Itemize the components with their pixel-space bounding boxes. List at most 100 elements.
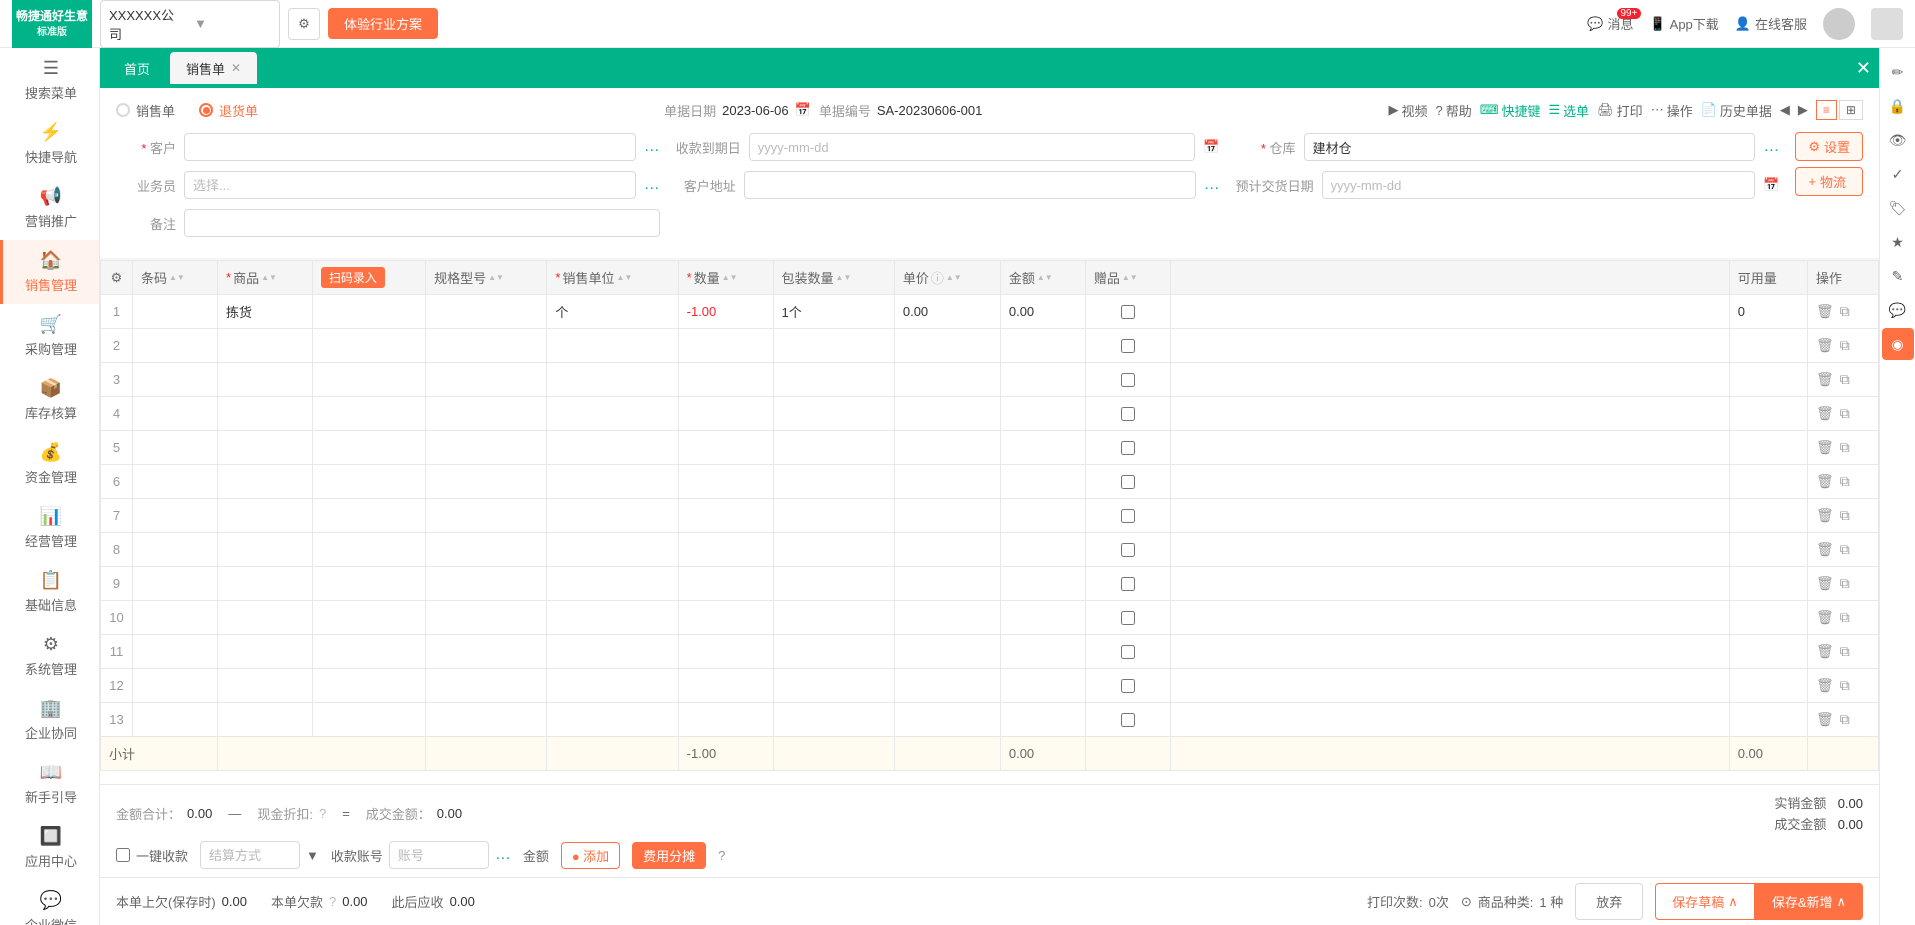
col-config-icon[interactable]: ⚙ xyxy=(111,270,123,285)
sidebar-item-basic-info[interactable]: 📋 基础信息 xyxy=(0,560,99,624)
salesperson-input[interactable] xyxy=(184,171,636,199)
spec-cell[interactable] xyxy=(426,635,547,669)
amount-cell[interactable] xyxy=(1000,601,1085,635)
gift-cell[interactable] xyxy=(1085,363,1170,397)
tab-close-icon[interactable]: ✕ xyxy=(231,61,241,75)
th-amount-sort[interactable]: 金额 ▲▼ xyxy=(1009,268,1077,287)
copy-icon[interactable]: ⧉ xyxy=(1840,405,1850,422)
delete-icon[interactable]: 🗑 xyxy=(1816,507,1834,524)
product-cell[interactable]: 拣货 xyxy=(218,295,313,329)
gift-cell[interactable] xyxy=(1085,329,1170,363)
barcode-cell[interactable] xyxy=(133,601,218,635)
unit-price-cell[interactable] xyxy=(894,397,1000,431)
spec-cell[interactable] xyxy=(426,397,547,431)
amount-cell[interactable] xyxy=(1000,431,1085,465)
unit-cell[interactable] xyxy=(547,703,678,737)
barcode-cell[interactable] xyxy=(133,533,218,567)
gift-cell[interactable] xyxy=(1085,295,1170,329)
select-btn[interactable]: ☰ 选单 xyxy=(1548,101,1589,120)
product-cell[interactable] xyxy=(218,567,313,601)
unit-price-cell[interactable] xyxy=(894,635,1000,669)
unit-price-cell[interactable] xyxy=(894,499,1000,533)
delete-icon[interactable]: 🗑 xyxy=(1816,609,1834,626)
barcode-cell[interactable] xyxy=(133,499,218,533)
app-download-button[interactable]: 📱 App下载 xyxy=(1649,14,1718,33)
quantity-cell[interactable] xyxy=(678,431,773,465)
th-unit-sort[interactable]: * 销售单位 ▲▼ xyxy=(555,268,669,287)
pack-qty-cell[interactable] xyxy=(773,567,894,601)
expense-help-icon[interactable]: ? xyxy=(718,848,725,863)
gift-cell[interactable] xyxy=(1085,499,1170,533)
product-cell[interactable] xyxy=(218,703,313,737)
quantity-cell[interactable] xyxy=(678,567,773,601)
sidebar-item-weixin[interactable]: 💬 企业微信 xyxy=(0,880,99,925)
gift-cell[interactable] xyxy=(1085,431,1170,465)
copy-icon[interactable]: ⧉ xyxy=(1840,541,1850,558)
product-cell[interactable] xyxy=(218,329,313,363)
product-cell[interactable] xyxy=(218,499,313,533)
one-click-checkbox[interactable] xyxy=(116,848,130,862)
quantity-cell[interactable] xyxy=(678,363,773,397)
unit-cell[interactable] xyxy=(547,329,678,363)
gift-checkbox[interactable] xyxy=(1121,373,1135,387)
unit-price-cell[interactable] xyxy=(894,669,1000,703)
user-more-button[interactable] xyxy=(1871,8,1903,40)
trial-button[interactable]: 体验行业方案 xyxy=(328,8,438,39)
unit-cell[interactable] xyxy=(547,533,678,567)
copy-icon[interactable]: ⧉ xyxy=(1840,473,1850,490)
gift-checkbox[interactable] xyxy=(1121,441,1135,455)
barcode-cell[interactable] xyxy=(133,329,218,363)
product-cell[interactable] xyxy=(218,363,313,397)
customer-ellipsis[interactable]: … xyxy=(644,138,660,156)
unit-cell[interactable]: 个 xyxy=(547,295,678,329)
spec-cell[interactable] xyxy=(426,295,547,329)
sidebar-item-search[interactable]: ☰ 搜索菜单 xyxy=(0,48,99,112)
sidebar-item-finance[interactable]: 💰 资金管理 xyxy=(0,432,99,496)
quantity-cell[interactable] xyxy=(678,465,773,499)
barcode-cell[interactable] xyxy=(133,703,218,737)
pack-qty-cell[interactable] xyxy=(773,635,894,669)
gift-cell[interactable] xyxy=(1085,703,1170,737)
unit-price-cell[interactable] xyxy=(894,431,1000,465)
view-list-btn[interactable]: ≡ xyxy=(1816,100,1837,120)
copy-icon[interactable]: ⧉ xyxy=(1840,711,1850,728)
sidebar-item-sales[interactable]: 🏠 销售管理 xyxy=(0,240,99,304)
sidebar-item-quick-nav[interactable]: ⚡ 快捷导航 xyxy=(0,112,99,176)
sidebar-item-purchase[interactable]: 🛒 采购管理 xyxy=(0,304,99,368)
right-panel-orange-btn[interactable]: ◉ xyxy=(1882,328,1914,360)
customer-addr-ellipsis[interactable]: … xyxy=(1204,176,1220,194)
th-barcode-sort[interactable]: 条码 ▲▼ xyxy=(141,268,209,287)
pack-qty-cell[interactable] xyxy=(773,601,894,635)
pack-qty-cell[interactable] xyxy=(773,465,894,499)
settings-btn[interactable]: ⚙ 设置 xyxy=(1795,132,1863,161)
amount-cell[interactable] xyxy=(1000,533,1085,567)
product-cell[interactable] xyxy=(218,635,313,669)
gift-checkbox[interactable] xyxy=(1121,339,1135,353)
product-cell[interactable] xyxy=(218,431,313,465)
gift-cell[interactable] xyxy=(1085,635,1170,669)
tab-home[interactable]: 首页 xyxy=(108,52,166,84)
copy-icon[interactable]: ⧉ xyxy=(1840,507,1850,524)
amount-cell[interactable] xyxy=(1000,703,1085,737)
spec-cell[interactable] xyxy=(426,567,547,601)
expense-btn[interactable]: 费用分摊 xyxy=(632,842,706,869)
delete-icon[interactable]: 🗑 xyxy=(1816,541,1834,558)
quantity-cell[interactable] xyxy=(678,499,773,533)
discount-info-icon[interactable]: ? xyxy=(319,806,326,821)
total-owe-help-icon[interactable]: ? xyxy=(329,894,336,909)
unit-cell[interactable] xyxy=(547,465,678,499)
video-btn[interactable]: ▶ 视频 xyxy=(1388,101,1427,120)
one-click-payment[interactable]: 一键收款 xyxy=(116,846,188,865)
avatar[interactable] xyxy=(1823,8,1855,40)
product-cell[interactable] xyxy=(218,465,313,499)
unit-cell[interactable] xyxy=(547,669,678,703)
spec-cell[interactable] xyxy=(426,533,547,567)
th-product-sort[interactable]: * 商品 ▲▼ xyxy=(226,268,304,287)
scan-btn[interactable]: 扫码录入 xyxy=(321,267,385,288)
sidebar-item-marketing[interactable]: 📢 营销推广 xyxy=(0,176,99,240)
quantity-cell[interactable] xyxy=(678,397,773,431)
logistics-btn[interactable]: + 物流 xyxy=(1795,167,1863,196)
th-gift-sort[interactable]: 赠品 ▲▼ xyxy=(1094,268,1162,287)
sidebar-item-system[interactable]: ⚙ 系统管理 xyxy=(0,624,99,688)
copy-icon[interactable]: ⧉ xyxy=(1840,575,1850,592)
